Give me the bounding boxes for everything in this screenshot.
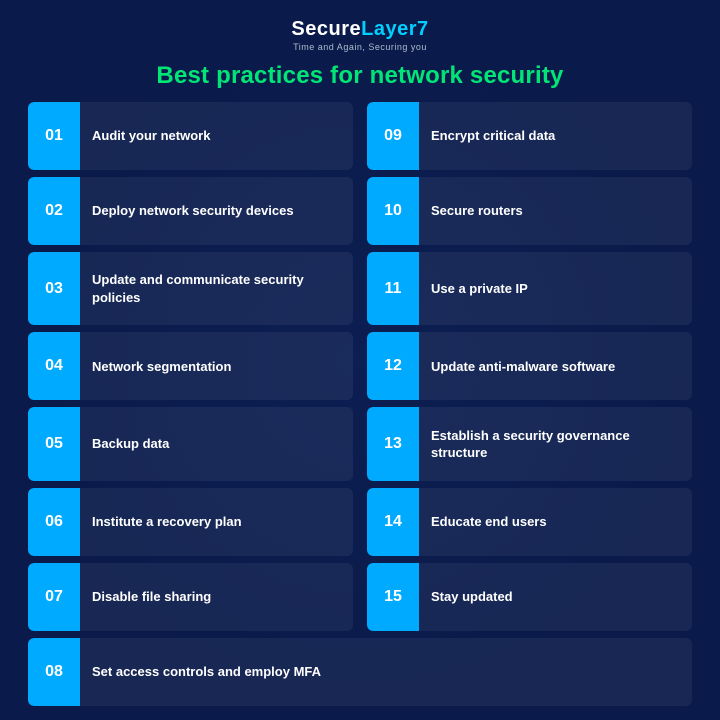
- brand-name-part1: Secure: [291, 18, 361, 40]
- item-label: Use a private IP: [419, 272, 692, 306]
- item-label: Audit your network: [80, 119, 353, 153]
- list-item: 07 Disable file sharing: [28, 563, 353, 631]
- item-label: Update and communicate security policies: [80, 263, 353, 314]
- list-item: 10 Secure routers: [367, 177, 692, 245]
- item-number: 12: [367, 332, 419, 400]
- brand-name-part2: Layer7: [361, 18, 429, 40]
- item-number: 11: [367, 252, 419, 325]
- item-label: Educate end users: [419, 505, 692, 539]
- item-label: Secure routers: [419, 194, 692, 228]
- page-title: Best practices for network security: [28, 62, 692, 90]
- list-item: 09 Encrypt critical data: [367, 102, 692, 170]
- item-number: 03: [28, 252, 80, 325]
- item-number: 14: [367, 488, 419, 556]
- item-number: 05: [28, 407, 80, 480]
- list-item: 14 Educate end users: [367, 488, 692, 556]
- list-item: 06 Institute a recovery plan: [28, 488, 353, 556]
- list-item: 04 Network segmentation: [28, 332, 353, 400]
- item-number: 04: [28, 332, 80, 400]
- items-grid: 01 Audit your network 09 Encrypt critica…: [28, 102, 692, 706]
- item-number: 06: [28, 488, 80, 556]
- list-item: 01 Audit your network: [28, 102, 353, 170]
- item-label: Encrypt critical data: [419, 119, 692, 153]
- item-number: 09: [367, 102, 419, 170]
- item-number: 02: [28, 177, 80, 245]
- item-label: Institute a recovery plan: [80, 505, 353, 539]
- item-number: 08: [28, 638, 80, 706]
- item-label: Establish a security governance structur…: [419, 419, 692, 470]
- item-number: 10: [367, 177, 419, 245]
- list-item: 02 Deploy network security devices: [28, 177, 353, 245]
- item-label: Network segmentation: [80, 350, 353, 384]
- item-label: Set access controls and employ MFA: [80, 655, 692, 689]
- list-item: 12 Update anti-malware software: [367, 332, 692, 400]
- item-number: 01: [28, 102, 80, 170]
- item-label: Backup data: [80, 427, 353, 461]
- header: SecureLayer7 Time and Again, Securing yo…: [28, 18, 692, 52]
- list-item: 15 Stay updated: [367, 563, 692, 631]
- list-item-fullwidth: 08 Set access controls and employ MFA: [28, 638, 692, 706]
- item-number: 15: [367, 563, 419, 631]
- brand-logo: SecureLayer7: [28, 18, 692, 41]
- list-item: 03 Update and communicate security polic…: [28, 252, 353, 325]
- list-item: 13 Establish a security governance struc…: [367, 407, 692, 480]
- item-number: 07: [28, 563, 80, 631]
- item-number: 13: [367, 407, 419, 480]
- list-item: 11 Use a private IP: [367, 252, 692, 325]
- brand-tagline: Time and Again, Securing you: [28, 42, 692, 52]
- list-item: 05 Backup data: [28, 407, 353, 480]
- main-container: SecureLayer7 Time and Again, Securing yo…: [0, 0, 720, 720]
- item-label: Disable file sharing: [80, 580, 353, 614]
- item-label: Stay updated: [419, 580, 692, 614]
- item-label: Update anti-malware software: [419, 350, 692, 384]
- item-label: Deploy network security devices: [80, 194, 353, 228]
